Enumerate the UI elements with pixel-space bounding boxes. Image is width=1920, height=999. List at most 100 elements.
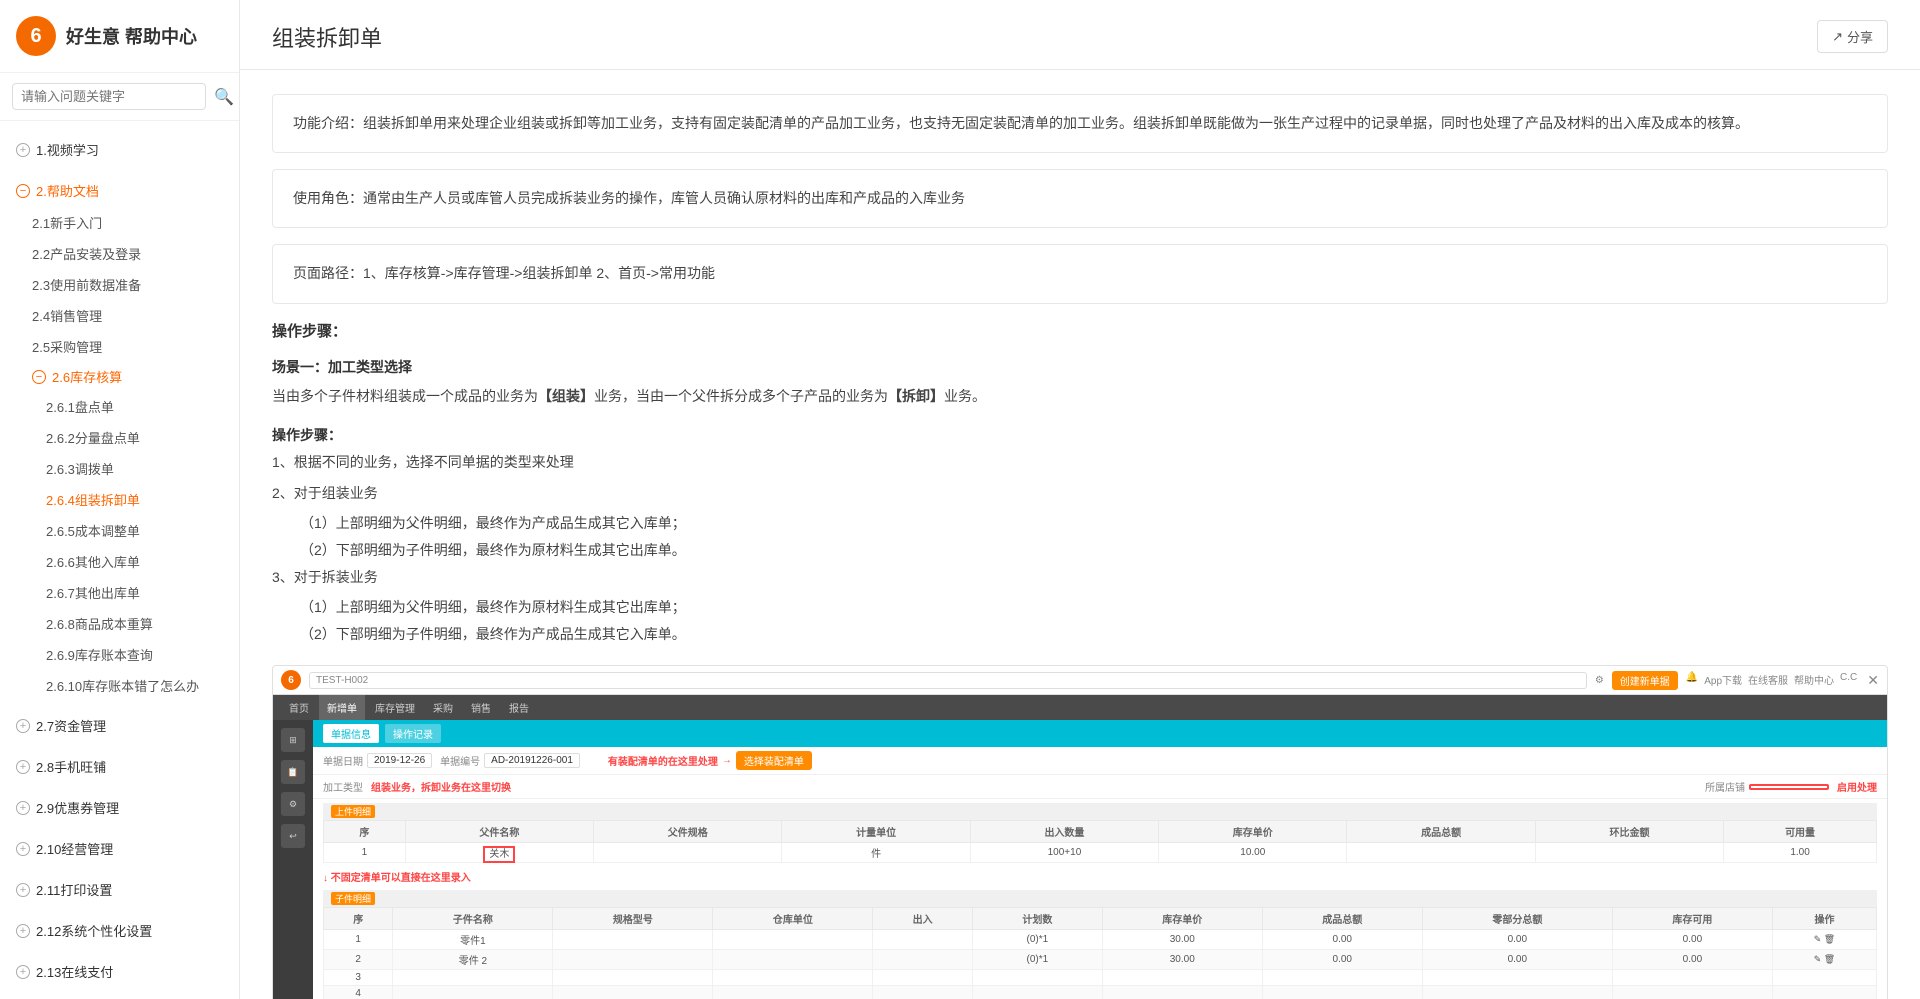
ss-lower-section-header: 子件明细 bbox=[323, 890, 1877, 907]
page-title: 组装拆卸单 bbox=[272, 21, 382, 53]
feature-intro-block: 功能介绍：组装拆卸单用来处理企业组装或拆卸等加工业务，支持有固定装配清单的产品加… bbox=[272, 94, 1888, 153]
ss-bill-label: 单据编号 bbox=[440, 753, 480, 768]
ss-url-input[interactable] bbox=[309, 672, 1587, 689]
ss-lcol-price: 库存单价 bbox=[1102, 908, 1262, 930]
ss-nav-sales[interactable]: 销售 bbox=[463, 695, 499, 720]
ss-sidebar-icon-2[interactable]: 📋 bbox=[281, 760, 305, 784]
sidebar-item-mgmt[interactable]: + 2.10经营管理 bbox=[0, 832, 239, 865]
ss-col-parent-name: 父件名称 bbox=[405, 821, 593, 843]
sidebar-item-help-docs[interactable]: − 2.帮助文档 bbox=[0, 174, 239, 207]
expand-icon: + bbox=[16, 924, 30, 938]
sidebar-item-install[interactable]: 2.2产品安装及登录 bbox=[32, 238, 239, 269]
ss-sidebar-icon-4[interactable]: ↩ bbox=[281, 824, 305, 848]
sidebar-item-personalize[interactable]: + 2.12系统个性化设置 bbox=[0, 914, 239, 947]
user-role-text: 使用角色：通常由生产人员或库管人员完成拆装业务的操作，库管人员确认原材料的出库和… bbox=[293, 186, 1867, 211]
feature-intro-text: 功能介绍：组装拆卸单用来处理企业组装或拆卸等加工业务，支持有固定装配清单的产品加… bbox=[293, 111, 1867, 136]
main-header: 组装拆卸单 ↗ 分享 bbox=[240, 0, 1920, 70]
expand-icon: + bbox=[16, 842, 30, 856]
sidebar-item-inventory-header[interactable]: − 2.6库存核算 bbox=[32, 362, 239, 391]
ss-app-icon: App下载 bbox=[1704, 672, 1742, 689]
ss-nav-report[interactable]: 报告 bbox=[501, 695, 537, 720]
sidebar-item-purchase[interactable]: 2.5采购管理 bbox=[32, 331, 239, 362]
sidebar-item-other-out[interactable]: 2.6.7其他出库单 bbox=[46, 577, 239, 608]
table-row: 4 bbox=[324, 986, 1877, 999]
ss-nav-purchase[interactable]: 采购 bbox=[425, 695, 461, 720]
ss-help-icon: 帮助中心 bbox=[1794, 672, 1834, 689]
scene1-desc: 当由多个子件材料组装成一个成品的业务为【组装】业务，当由一个父件拆分成多个子产品… bbox=[272, 383, 1888, 410]
user-role-block: 使用角色：通常由生产人员或库管人员完成拆装业务的操作，库管人员确认原材料的出库和… bbox=[272, 169, 1888, 228]
ss-sidebar-icon-3[interactable]: ⚙ bbox=[281, 792, 305, 816]
ss-cell-seq: 1 bbox=[324, 843, 406, 863]
search-button[interactable]: 🔍 bbox=[212, 85, 236, 109]
ss-col-unit: 计量单位 bbox=[782, 821, 970, 843]
sidebar-item-data-prep[interactable]: 2.3使用前数据准备 bbox=[32, 269, 239, 300]
ss-tab-log[interactable]: 操作记录 bbox=[385, 724, 441, 743]
sidebar-item-ledger-fix[interactable]: 2.6.10库存账本错了怎么办 bbox=[46, 670, 239, 701]
ss-assembly-list-btn[interactable]: 选择装配清单 bbox=[736, 751, 812, 770]
sidebar-item-other-in[interactable]: 2.6.6其他入库单 bbox=[46, 546, 239, 577]
op-steps-title: 操作步骤： bbox=[272, 425, 1888, 445]
collapse-icon: − bbox=[16, 184, 30, 198]
nav-section-213: + 2.13在线支付 bbox=[0, 951, 239, 992]
ss-cell-price: 10.00 bbox=[1159, 843, 1347, 863]
sidebar-item-cost-adjust[interactable]: 2.6.5成本调整单 bbox=[46, 515, 239, 546]
ss-sidebar-icon-1[interactable]: ⊞ bbox=[281, 728, 305, 752]
ss-lcol-name: 子件名称 bbox=[393, 908, 553, 930]
sidebar-search-area: 🔍 bbox=[0, 73, 239, 121]
ss-nav-home[interactable]: 首页 bbox=[281, 695, 317, 720]
ss-bill-val[interactable]: AD-20191226-001 bbox=[484, 753, 580, 768]
share-button[interactable]: ↗ 分享 bbox=[1817, 20, 1888, 53]
nav-section-210: + 2.10经营管理 bbox=[0, 828, 239, 869]
nav-section-28: + 2.8手机旺铺 bbox=[0, 746, 239, 787]
ss-org-label: 所属店铺 bbox=[1705, 779, 1745, 794]
ss-date-val[interactable]: 2019-12-26 bbox=[367, 753, 432, 768]
sidebar-item-transfer[interactable]: 2.6.3调拨单 bbox=[46, 453, 239, 484]
ss-close-icon[interactable]: ✕ bbox=[1867, 672, 1879, 689]
sidebar-item-print[interactable]: + 2.11打印设置 bbox=[0, 873, 239, 906]
sidebar-item-inventory: − 2.6库存核算 2.6.1盘点单 2.6.2分量盘点单 2.6.3调拨单 2… bbox=[32, 362, 239, 701]
sidebar-item-video-learning[interactable]: + 1.视频学习 bbox=[0, 133, 239, 166]
ss-lcol-spec: 规格型号 bbox=[553, 908, 713, 930]
simulated-screenshot: 6 ⚙ 创建新单据 🔔 App下载 在线客服 帮助中心 C.C ✕ 首页 bbox=[273, 666, 1887, 999]
app-title: 好生意 帮助中心 bbox=[66, 23, 197, 49]
ss-org-val[interactable] bbox=[1749, 784, 1829, 790]
sidebar-item-coupon[interactable]: + 2.9优惠券管理 bbox=[0, 791, 239, 824]
ss-col-total: 成品总额 bbox=[1347, 821, 1535, 843]
ss-upper-table: 序 父件名称 父件规格 计量单位 出入数量 库存单价 成品总额 环比金额 可用量 bbox=[323, 820, 1877, 863]
sidebar-item-ledger-query[interactable]: 2.6.9库存账本查询 bbox=[46, 639, 239, 670]
sidebar-item-sales[interactable]: 2.4销售管理 bbox=[32, 300, 239, 331]
ss-cell-name-highlight: 关木 bbox=[483, 846, 515, 863]
sidebar-item-stocktake[interactable]: 2.6.1盘点单 bbox=[46, 391, 239, 422]
ss-form-row2: 加工类型 组装业务，拆卸业务在这里切换 所属店铺 启用处理 bbox=[313, 775, 1887, 799]
sidebar-item-payment[interactable]: + 2.13在线支付 bbox=[0, 955, 239, 988]
app-logo-icon: 6 bbox=[16, 16, 56, 56]
ss-new-btn[interactable]: 创建新单据 bbox=[1612, 671, 1678, 690]
step2-sub2: （2）下部明细为子件明细，最终作为原材料生成其它出库单。 bbox=[272, 537, 1888, 564]
ss-form-row1: 单据日期 2019-12-26 单据编号 AD-20191226-001 有装配… bbox=[313, 747, 1887, 775]
ss-nav-inventory[interactable]: 库存管理 bbox=[367, 695, 423, 720]
sidebar-item-partial-stocktake[interactable]: 2.6.2分量盘点单 bbox=[46, 422, 239, 453]
ss-upper-section-header: 上件明细 bbox=[323, 803, 1877, 820]
ss-cell-unit: 件 bbox=[782, 843, 970, 863]
ss-lower-section-tag: 子件明细 bbox=[331, 892, 375, 905]
ss-form-tabs: 单据信息 操作记录 bbox=[313, 720, 1887, 747]
sidebar-item-new-user[interactable]: 2.1新手入门 bbox=[32, 207, 239, 238]
ss-lcol-plan: 计划数 bbox=[972, 908, 1102, 930]
ss-notification-icon: 🔔 bbox=[1686, 672, 1698, 689]
sidebar-item-assembly[interactable]: 2.6.4组装拆卸单 bbox=[46, 484, 239, 515]
ss-col-avail: 可用量 bbox=[1724, 821, 1877, 843]
share-icon: ↗ bbox=[1832, 29, 1843, 45]
sidebar-item-mobile[interactable]: + 2.8手机旺铺 bbox=[0, 750, 239, 783]
ss-lcol-op: 操作 bbox=[1772, 908, 1876, 930]
sidebar-item-cost-recalc[interactable]: 2.6.8商品成本重算 bbox=[46, 608, 239, 639]
ss-lcol-avail: 库存可用 bbox=[1612, 908, 1772, 930]
ss-nav-new[interactable]: 新增单 bbox=[319, 695, 365, 720]
ss-lcol-inout: 出入 bbox=[873, 908, 973, 930]
search-input[interactable] bbox=[12, 83, 206, 110]
ss-col-seq: 序 bbox=[324, 821, 406, 843]
expand-icon: + bbox=[16, 801, 30, 815]
nav-section-27: + 2.7资金管理 bbox=[0, 705, 239, 746]
step2: 2、对于组装业务 bbox=[272, 480, 1888, 507]
sidebar-item-finance[interactable]: + 2.7资金管理 bbox=[0, 709, 239, 742]
ss-tab-info[interactable]: 单据信息 bbox=[323, 724, 379, 743]
